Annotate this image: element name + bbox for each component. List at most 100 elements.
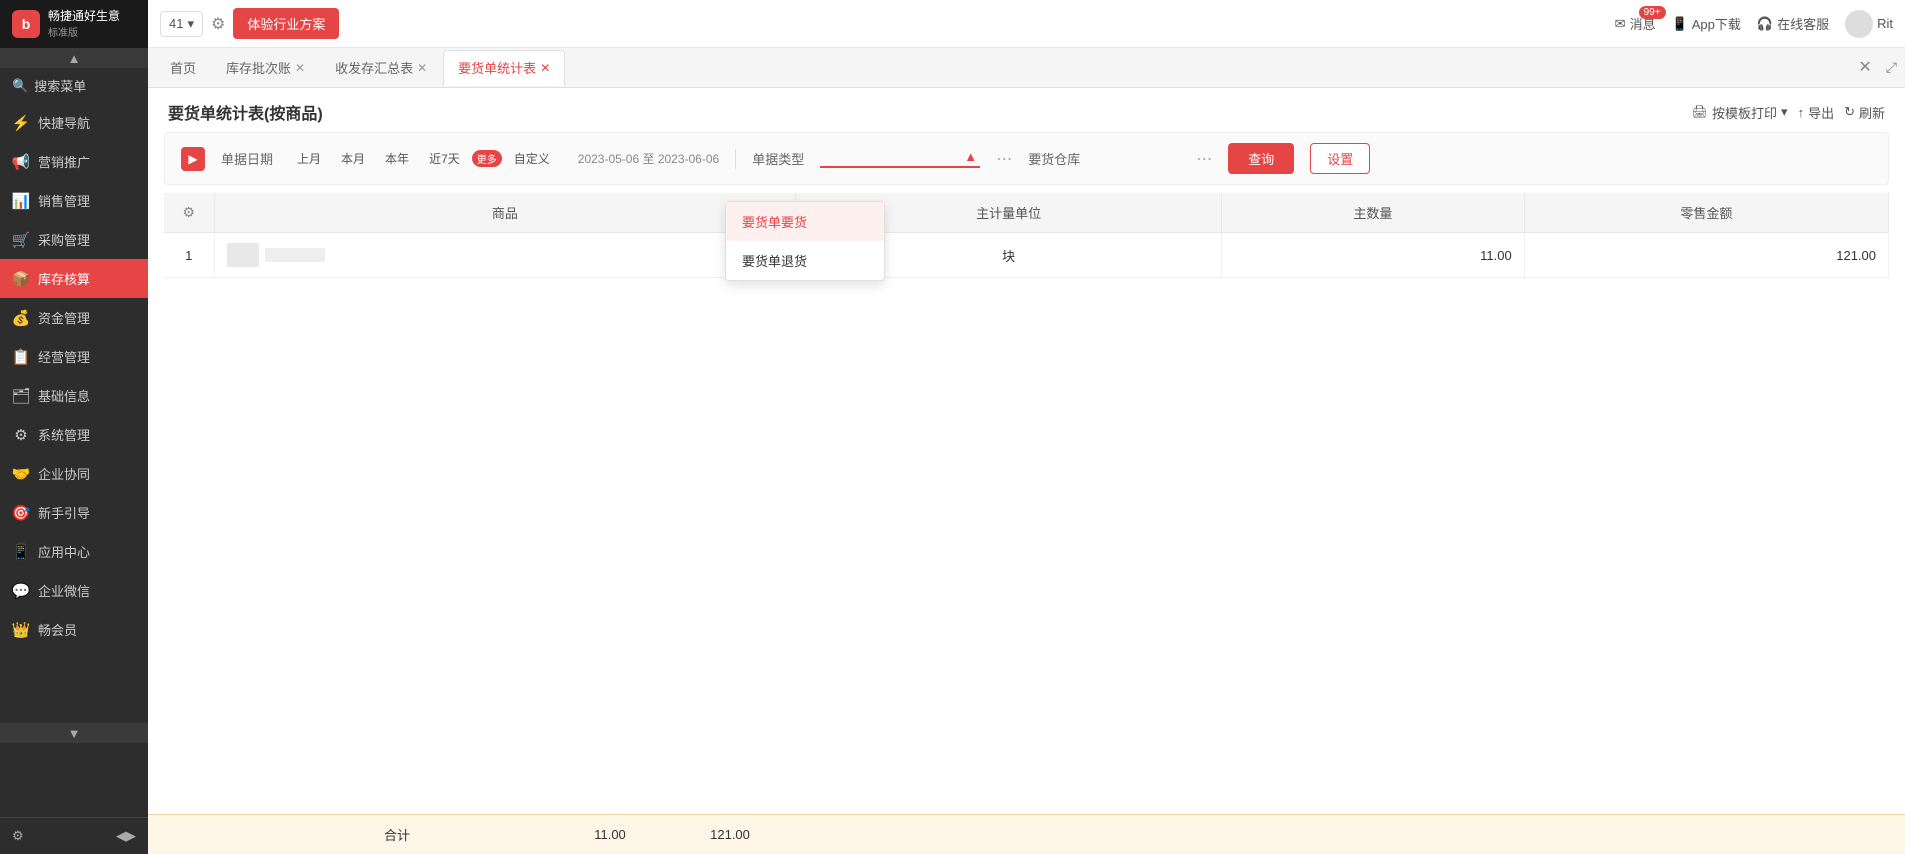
collab-icon: 🤝: [12, 465, 30, 483]
topbar-settings-icon[interactable]: ⚙: [211, 14, 225, 34]
finance-icon: 💰: [12, 309, 30, 327]
sidebar-item-label: 新手引导: [38, 503, 90, 522]
date-shortcuts: 上月 本月 本年 近7天 更多 自定义: [289, 148, 558, 169]
table-settings-icon[interactable]: ⚙: [182, 204, 195, 220]
product-cell: [227, 243, 784, 267]
tab-close-icon[interactable]: ✕: [540, 61, 550, 75]
sidebar-item-label: 采购管理: [38, 230, 90, 249]
sidebar-item-member[interactable]: 👑 畅会员: [0, 610, 148, 649]
page-actions: 🖨 按模板打印 ▾ ↑ 导出 ↻ 刷新: [1692, 103, 1886, 122]
date-filter-label: 单据日期: [221, 149, 273, 168]
expand-tabs-icon[interactable]: ⤢: [1886, 59, 1897, 76]
sidebar-item-apps[interactable]: 📱 应用中心: [0, 532, 148, 571]
sidebar-item-label: 快捷导航: [38, 113, 90, 132]
sidebar-item-label: 库存核算: [38, 269, 90, 288]
table-header-qty: 主数量: [1221, 193, 1524, 233]
refresh-icon: ↻: [1844, 104, 1855, 120]
filter-row: ▶ 单据日期 上月 本月 本年 近7天 更多 自定义 2023-05-06 至 …: [181, 143, 1872, 174]
sidebar-item-management[interactable]: 📋 经营管理: [0, 337, 148, 376]
tab-home[interactable]: 首页: [156, 50, 210, 86]
sidebar-item-finance[interactable]: 💰 资金管理: [0, 298, 148, 337]
company-name: 41: [169, 16, 183, 31]
row-no: 1: [164, 233, 214, 278]
tab-close-icon[interactable]: ✕: [417, 61, 427, 75]
type-dropdown-up-icon[interactable]: ▲: [964, 149, 977, 164]
search-icon: 🔍: [12, 78, 28, 94]
date-this-month[interactable]: 本月: [333, 148, 373, 169]
date-this-year[interactable]: 本年: [377, 148, 417, 169]
sidebar-item-sales[interactable]: 📊 销售管理: [0, 181, 148, 220]
sidebar-item-guide[interactable]: 🎯 新手引导: [0, 493, 148, 532]
data-table: ⚙ 商品 主计量单位 主数量 零售金额 1: [164, 193, 1889, 278]
print-label: 按模板打印: [1712, 103, 1777, 122]
sidebar-item-collab[interactable]: 🤝 企业协同: [0, 454, 148, 493]
topbar-left: 41 ▾ ⚙ 体验行业方案: [160, 8, 339, 39]
topbar: 41 ▾ ⚙ 体验行业方案 ✉ 消息 99+ 📱 App下载 🎧 在线客服 R: [148, 0, 1905, 48]
date-last-7-days[interactable]: 近7天: [421, 148, 468, 169]
tab-close-icon[interactable]: ✕: [295, 61, 305, 75]
row-qty: 11.00: [1221, 233, 1524, 278]
chevron-down-icon: ▾: [1781, 104, 1788, 120]
company-selector[interactable]: 41 ▾: [160, 11, 203, 37]
export-button[interactable]: ↑ 导出: [1798, 103, 1835, 122]
print-button[interactable]: 🖨 按模板打印 ▾: [1692, 103, 1788, 122]
apps-icon: 📱: [12, 543, 30, 561]
sidebar-item-wechat[interactable]: 💬 企业微信: [0, 571, 148, 610]
close-all-tabs-icon[interactable]: ✕: [1850, 48, 1879, 88]
warehouse-more-icon[interactable]: ⋯: [1196, 149, 1212, 169]
guide-icon: 🎯: [12, 504, 30, 522]
sidebar-item-marketing[interactable]: 📢 营销推广: [0, 142, 148, 181]
management-icon: 📋: [12, 348, 30, 366]
sales-icon: 📊: [12, 192, 30, 210]
marketing-icon: 📢: [12, 153, 30, 171]
sidebar-item-quicknav[interactable]: ⚡ 快捷导航: [0, 103, 148, 142]
tab-receive-summary[interactable]: 收发存汇总表 ✕: [321, 50, 441, 86]
tab-label: 收发存汇总表: [335, 58, 413, 77]
type-filter-input[interactable]: [820, 149, 960, 164]
baseinfo-icon: 🗂: [12, 387, 30, 405]
tab-label: 库存批次账: [226, 58, 291, 77]
total-qty: 11.00: [570, 827, 650, 842]
trial-button[interactable]: 体验行业方案: [233, 8, 339, 39]
tab-inventory-batch[interactable]: 库存批次账 ✕: [212, 50, 319, 86]
online-service-item[interactable]: 🎧 在线客服: [1757, 14, 1829, 33]
sidebar-scroll-up[interactable]: ▲: [0, 48, 148, 68]
sidebar-item-label: 营销推广: [38, 152, 90, 171]
date-custom[interactable]: 自定义: [506, 148, 558, 169]
app-name: 畅捷通好生意: [48, 9, 120, 25]
dropdown-item-return[interactable]: 要货单退货: [726, 241, 884, 280]
table-footer: 合计 11.00 121.00: [148, 814, 1905, 854]
sidebar-item-search[interactable]: 🔍 搜索菜单: [0, 68, 148, 103]
user-avatar-item[interactable]: Rit: [1845, 10, 1893, 38]
sidebar-item-baseinfo[interactable]: 🗂 基础信息: [0, 376, 148, 415]
type-filter-input-wrapper[interactable]: ▲: [820, 149, 980, 168]
sidebar-item-inventory[interactable]: 📦 库存核算: [0, 259, 148, 298]
app-download-item[interactable]: 📱 App下载: [1672, 14, 1741, 33]
sidebar-scroll-down[interactable]: ▼: [0, 723, 148, 743]
tab-order-stats[interactable]: 要货单统计表 ✕: [443, 50, 565, 86]
date-more-badge[interactable]: 更多: [472, 150, 502, 167]
filter-settings-button[interactable]: 设置: [1310, 143, 1370, 174]
logo-text-block: 畅捷通好生意 标准版: [48, 9, 120, 40]
sidebar-item-system[interactable]: ⚙ 系统管理: [0, 415, 148, 454]
page-header: 要货单统计表(按商品) 🖨 按模板打印 ▾ ↑ 导出 ↻ 刷新: [148, 88, 1905, 132]
filter-expand-button[interactable]: ▶: [181, 147, 205, 171]
sidebar-item-label: 销售管理: [38, 191, 90, 210]
filter-bar: ▶ 单据日期 上月 本月 本年 近7天 更多 自定义 2023-05-06 至 …: [164, 132, 1889, 185]
refresh-button[interactable]: ↻ 刷新: [1844, 103, 1885, 122]
sidebar-collapse-icon[interactable]: ◀▶: [116, 828, 136, 844]
date-last-month[interactable]: 上月: [289, 148, 329, 169]
query-button[interactable]: 查询: [1228, 143, 1294, 174]
sidebar-item-label: 经营管理: [38, 347, 90, 366]
chevron-down-icon: ▾: [187, 16, 194, 32]
sidebar-logo: b 畅捷通好生意 标准版: [0, 0, 148, 48]
sidebar-settings-icon[interactable]: ⚙: [12, 828, 24, 844]
warehouse-filter-label: 要货仓库: [1028, 149, 1080, 168]
sidebar-item-purchase[interactable]: 🛒 采购管理: [0, 220, 148, 259]
total-amount: 121.00: [690, 827, 770, 842]
type-more-icon[interactable]: ⋯: [996, 149, 1012, 169]
print-icon: 🖨: [1692, 104, 1709, 120]
messages-item[interactable]: ✉ 消息 99+: [1615, 14, 1656, 33]
table-header-settings[interactable]: ⚙: [164, 193, 214, 233]
dropdown-item-order[interactable]: 要货单要货: [726, 202, 884, 241]
